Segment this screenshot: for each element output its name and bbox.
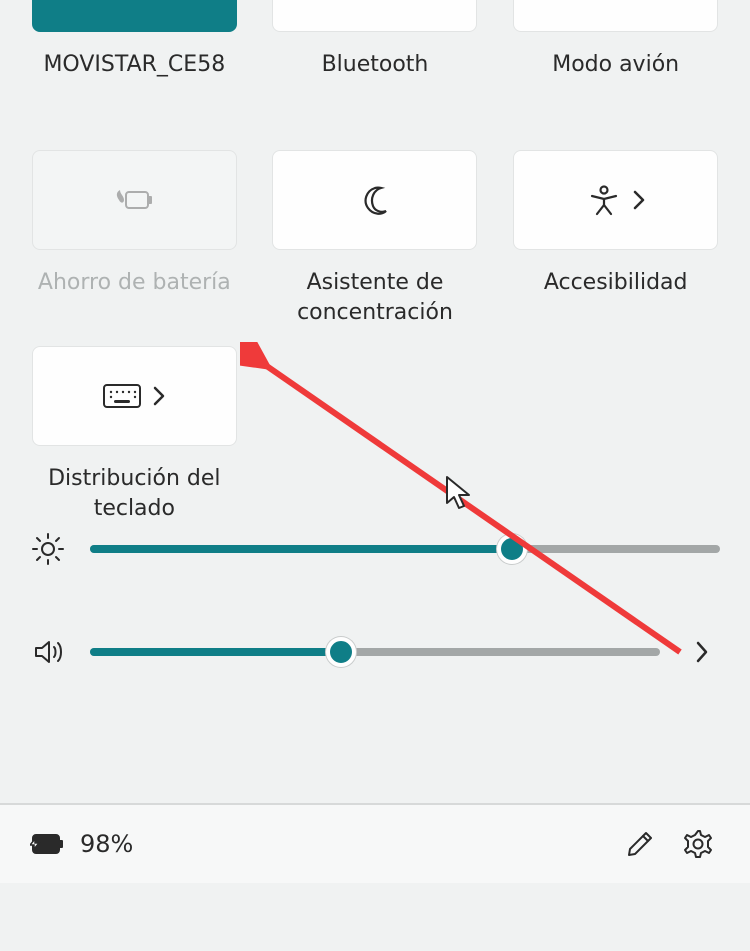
battery-saver-label: Ahorro de batería [38,268,231,328]
brightness-slider-row [30,532,720,566]
wifi-tile[interactable] [32,0,237,32]
battery-percent-text: 98% [80,830,133,858]
airplane-mode-tile[interactable] [513,0,718,32]
gear-icon [683,829,713,859]
bluetooth-label: Bluetooth [322,50,429,110]
brightness-icon [30,532,66,566]
settings-button[interactable] [676,822,720,866]
focus-assist-label: Asistente de concentración [271,268,480,328]
accessibility-icon [586,182,622,218]
volume-slider[interactable] [90,640,660,664]
brightness-slider[interactable] [90,537,720,561]
battery-saver-icon [112,182,156,218]
chevron-right-icon [152,385,166,407]
volume-slider-thumb[interactable] [326,637,356,667]
volume-icon [30,636,66,668]
volume-output-button[interactable] [684,639,720,665]
footer-bar: 98% [0,803,750,883]
focus-assist-tile[interactable] [272,150,477,250]
battery-charging-icon [30,831,66,857]
keyboard-icon [102,381,142,411]
accessibility-label: Accesibilidad [544,268,688,328]
keyboard-layout-tile[interactable] [32,346,237,446]
edit-button[interactable] [618,822,662,866]
moon-icon [357,182,393,218]
pencil-icon [626,830,654,858]
keyboard-layout-label: Distribución del teclado [30,464,239,524]
bluetooth-tile[interactable] [272,0,477,32]
airplane-mode-label: Modo avión [552,50,679,110]
accessibility-tile[interactable] [513,150,718,250]
battery-saver-tile [32,150,237,250]
volume-slider-row [30,636,720,668]
quick-actions-panel: MOVISTAR_CE58 Bluetooth Modo avión Aho [0,0,750,802]
brightness-slider-thumb[interactable] [497,534,527,564]
chevron-right-icon [632,189,646,211]
wifi-label: MOVISTAR_CE58 [43,50,225,110]
